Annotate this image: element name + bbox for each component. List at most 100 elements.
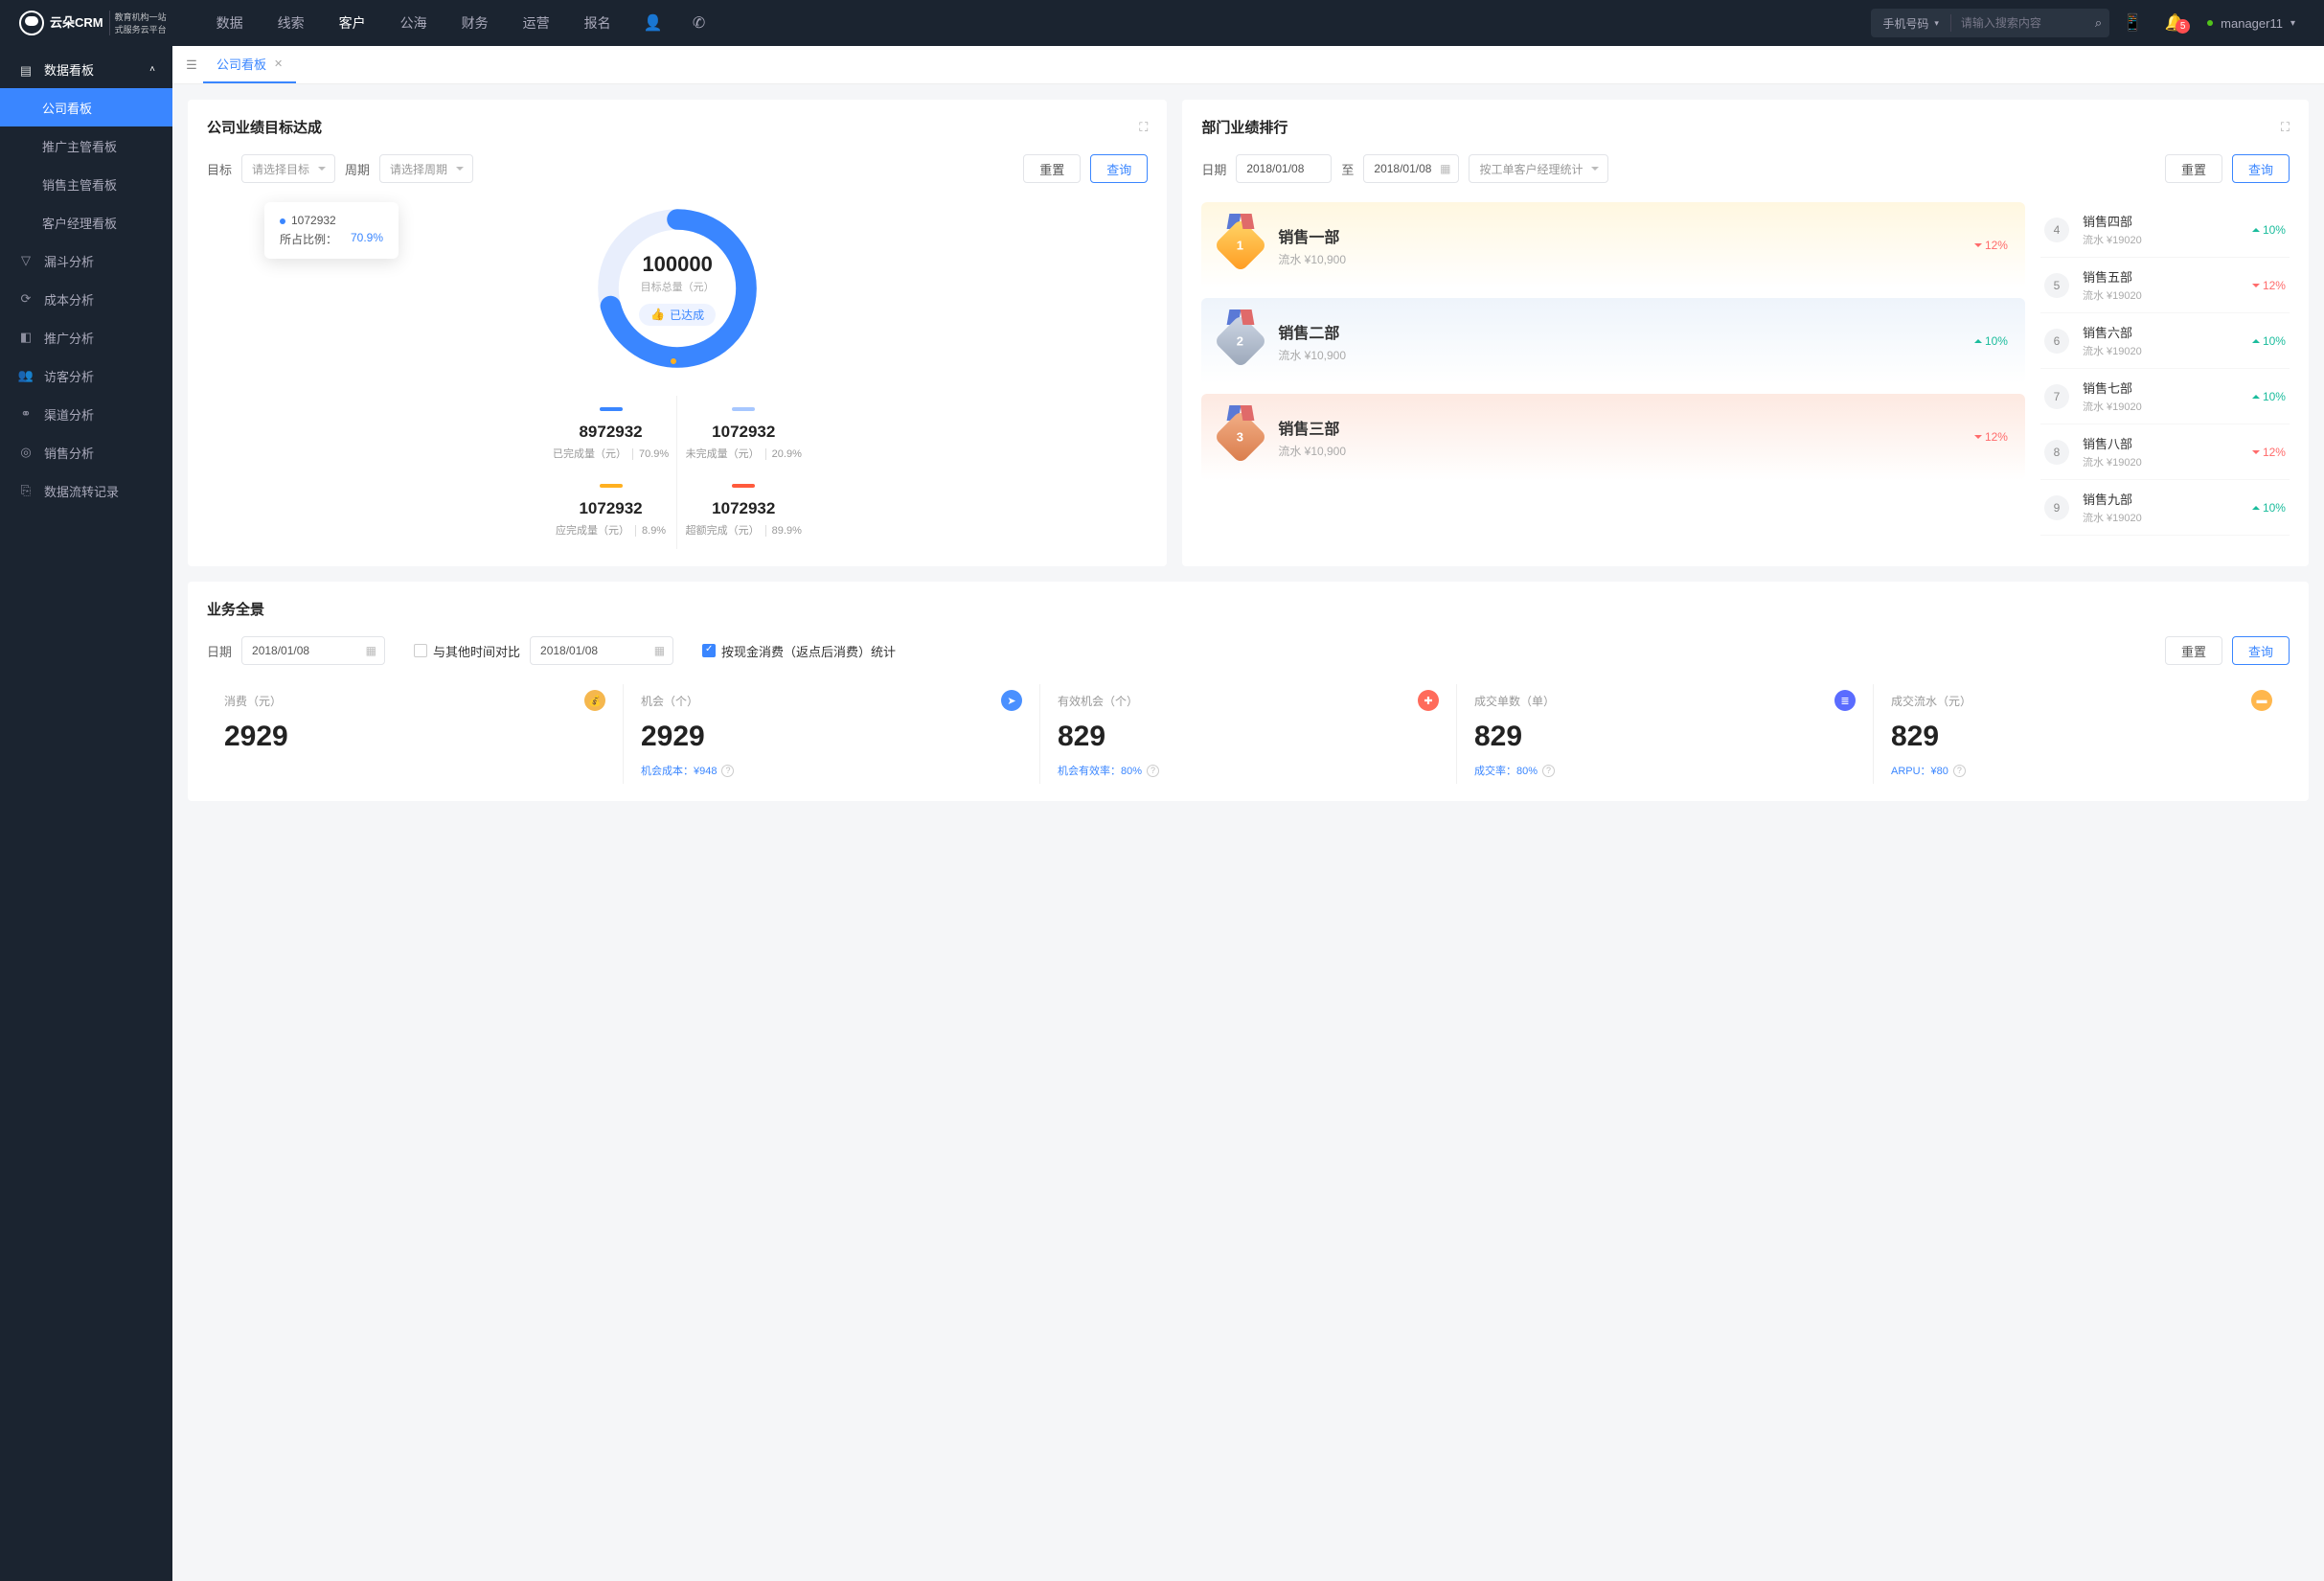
help-icon[interactable]: ? [1953, 765, 1966, 777]
stat-cell: 8972932已完成量（元）70.9% [545, 396, 677, 472]
expand-icon[interactable]: ⛶ [1139, 120, 1148, 135]
bell-icon[interactable]: 🔔5 [2155, 13, 2194, 33]
mobile-icon[interactable]: 📱 [2113, 13, 2152, 33]
label-target: 目标 [207, 160, 232, 178]
label-date: 日期 [207, 642, 232, 660]
tab-company-board[interactable]: 公司看板 ✕ [203, 46, 296, 83]
date-main[interactable]: 2018/01/08▦ [241, 636, 385, 665]
select-period[interactable]: 请选择周期 [379, 154, 473, 183]
rank-card: 3销售三部流水 ¥10,90012% [1201, 394, 2025, 480]
sidebar-icon: ⎘ [17, 483, 34, 498]
nav-item[interactable]: 报名 [567, 0, 628, 46]
date-to[interactable]: 2018/01/08▦ [1363, 154, 1459, 183]
rank-top3: 1销售一部流水 ¥10,90012%2销售二部流水 ¥10,90010%3销售三… [1201, 202, 2025, 536]
label-date: 日期 [1201, 160, 1226, 178]
sidebar-item[interactable]: ◧推广分析 [0, 318, 172, 356]
rank-list-item: 8销售八部流水 ¥1902012% [2040, 424, 2290, 480]
date-from[interactable]: 2018/01/08 [1236, 154, 1332, 183]
search-type-select[interactable]: 手机号码▾ [1871, 14, 1951, 32]
sidebar-item[interactable]: 👥访客分析 [0, 356, 172, 395]
stat-cell: 1072932超额完成（元）89.9% [677, 472, 809, 549]
panel-overview: 业务全景 日期 2018/01/08▦ 与其他时间对比 2018/01/08▦ … [188, 582, 2309, 801]
overview-metric: 成交单数（单）≣829成交率：80% ? [1457, 684, 1874, 784]
date-compare[interactable]: 2018/01/08▦ [530, 636, 673, 665]
panel-goal: 公司业绩目标达成 ⛶ 目标 请选择目标 周期 请选择周期 重置 查询 10729… [188, 100, 1167, 566]
sidebar-item[interactable]: ▽漏斗分析 [0, 241, 172, 280]
status-dot-icon [2207, 20, 2213, 26]
overview-metric: 消费（元）💰2929 [207, 684, 624, 784]
expand-icon[interactable]: ⛶ [2281, 120, 2290, 135]
logo-text: 云朵CRM [50, 16, 103, 30]
search-group: 手机号码▾ ⌕ [1871, 9, 2109, 37]
stat-cell: 1072932未完成量（元）20.9% [677, 396, 809, 472]
logo-sub1: 教育机构一站 [115, 11, 167, 23]
sidebar-item[interactable]: ◎销售分析 [0, 433, 172, 471]
nav-item[interactable]: 客户 [322, 0, 383, 46]
username: manager11 [2221, 16, 2283, 31]
metric-icon: 💰 [584, 690, 605, 711]
panel-ranking: 部门业绩排行 ⛶ 日期 2018/01/08 至 2018/01/08▦ 按工单… [1182, 100, 2309, 566]
chevron-down-icon: ▾ [2290, 18, 2295, 29]
gauge-value: 100000 [642, 252, 712, 277]
sidebar-item[interactable]: ⎘数据流转记录 [0, 471, 172, 510]
nav-item[interactable]: 线索 [261, 0, 322, 46]
search-icon[interactable]: ⌕ [2095, 15, 2102, 31]
query-button[interactable]: 查询 [2232, 154, 2290, 183]
stat-cell: 1072932应完成量（元）8.9% [545, 472, 677, 549]
nav-item[interactable]: 财务 [444, 0, 506, 46]
label-period: 周期 [345, 160, 370, 178]
sidebar-group-dashboard[interactable]: ▤数据看板 ˄ [0, 50, 172, 88]
panel-overview-title: 业务全景 [207, 599, 264, 619]
phone-icon[interactable]: ✆ [678, 13, 720, 33]
chart-tooltip: 1072932 所占比例：70.9% [264, 202, 399, 259]
achieved-badge: 👍已达成 [639, 304, 716, 326]
select-target[interactable]: 请选择目标 [241, 154, 335, 183]
goal-stats: 8972932已完成量（元）70.9%1072932未完成量（元）20.9%10… [545, 396, 809, 549]
gauge-label: 目标总量（元） [641, 279, 715, 294]
query-button[interactable]: 查询 [2232, 636, 2290, 665]
user-icon[interactable]: 👤 [632, 13, 674, 33]
nav-item[interactable]: 公海 [383, 0, 444, 46]
sidebar-sub-item[interactable]: 公司看板 [0, 88, 172, 126]
user-menu[interactable]: manager11 ▾ [2198, 16, 2305, 31]
help-icon[interactable]: ? [1542, 765, 1555, 777]
rank-list-item: 6销售六部流水 ¥1902010% [2040, 313, 2290, 369]
calendar-icon: ▦ [366, 644, 376, 657]
cash-checkbox[interactable]: 按现金消费（返点后消费）统计 [702, 642, 896, 660]
main-content: ☰ 公司看板 ✕ 公司业绩目标达成 ⛶ 目标 请选择目标 周期 请选择周期 [172, 46, 2324, 1581]
help-icon[interactable]: ? [721, 765, 734, 777]
metric-icon: ➤ [1001, 690, 1022, 711]
overview-metrics: 消费（元）💰2929机会（个）➤2929机会成本：¥948 ?有效机会（个）✚8… [207, 684, 2290, 784]
sidebar-icon: ▽ [17, 253, 34, 268]
sidebar-icon: ⚭ [17, 406, 34, 422]
thumb-icon: 👍 [650, 308, 665, 321]
reset-button[interactable]: 重置 [1023, 154, 1081, 183]
search-input[interactable] [1951, 16, 2095, 30]
close-icon[interactable]: ✕ [274, 57, 283, 70]
sidebar-sub-item[interactable]: 推广主管看板 [0, 126, 172, 165]
rank-card: 2销售二部流水 ¥10,90010% [1201, 298, 2025, 384]
calendar-icon: ▦ [1440, 162, 1450, 175]
compare-checkbox[interactable]: 与其他时间对比 [414, 642, 520, 660]
gauge-chart: 1072932 所占比例：70.9% 100000 目标总量（元） 👍已达成 [207, 202, 1148, 549]
nav-item[interactable]: 数据 [199, 0, 261, 46]
select-statby[interactable]: 按工单客户经理统计 [1469, 154, 1608, 183]
tabs-bar: ☰ 公司看板 ✕ [172, 46, 2324, 84]
reset-button[interactable]: 重置 [2165, 154, 2222, 183]
nav-item[interactable]: 运营 [506, 0, 567, 46]
sidebar-sub-item[interactable]: 销售主管看板 [0, 165, 172, 203]
top-header: 云朵CRM 教育机构一站 式服务云平台 数据线索客户公海财务运营报名 👤 ✆ 手… [0, 0, 2324, 46]
panel-ranking-title: 部门业绩排行 [1201, 117, 1287, 137]
overview-metric: 机会（个）➤2929机会成本：¥948 ? [624, 684, 1040, 784]
menu-toggle-icon[interactable]: ☰ [180, 57, 203, 73]
metric-icon: ▬ [2251, 690, 2272, 711]
query-button[interactable]: 查询 [1090, 154, 1148, 183]
sidebar-item[interactable]: ⚭渠道分析 [0, 395, 172, 433]
sidebar-icon: 👥 [17, 368, 34, 383]
reset-button[interactable]: 重置 [2165, 636, 2222, 665]
help-icon[interactable]: ? [1147, 765, 1159, 777]
sidebar-item[interactable]: ⟳成本分析 [0, 280, 172, 318]
metric-icon: ≣ [1834, 690, 1856, 711]
sidebar-icon: ◎ [17, 445, 34, 460]
sidebar-sub-item[interactable]: 客户经理看板 [0, 203, 172, 241]
